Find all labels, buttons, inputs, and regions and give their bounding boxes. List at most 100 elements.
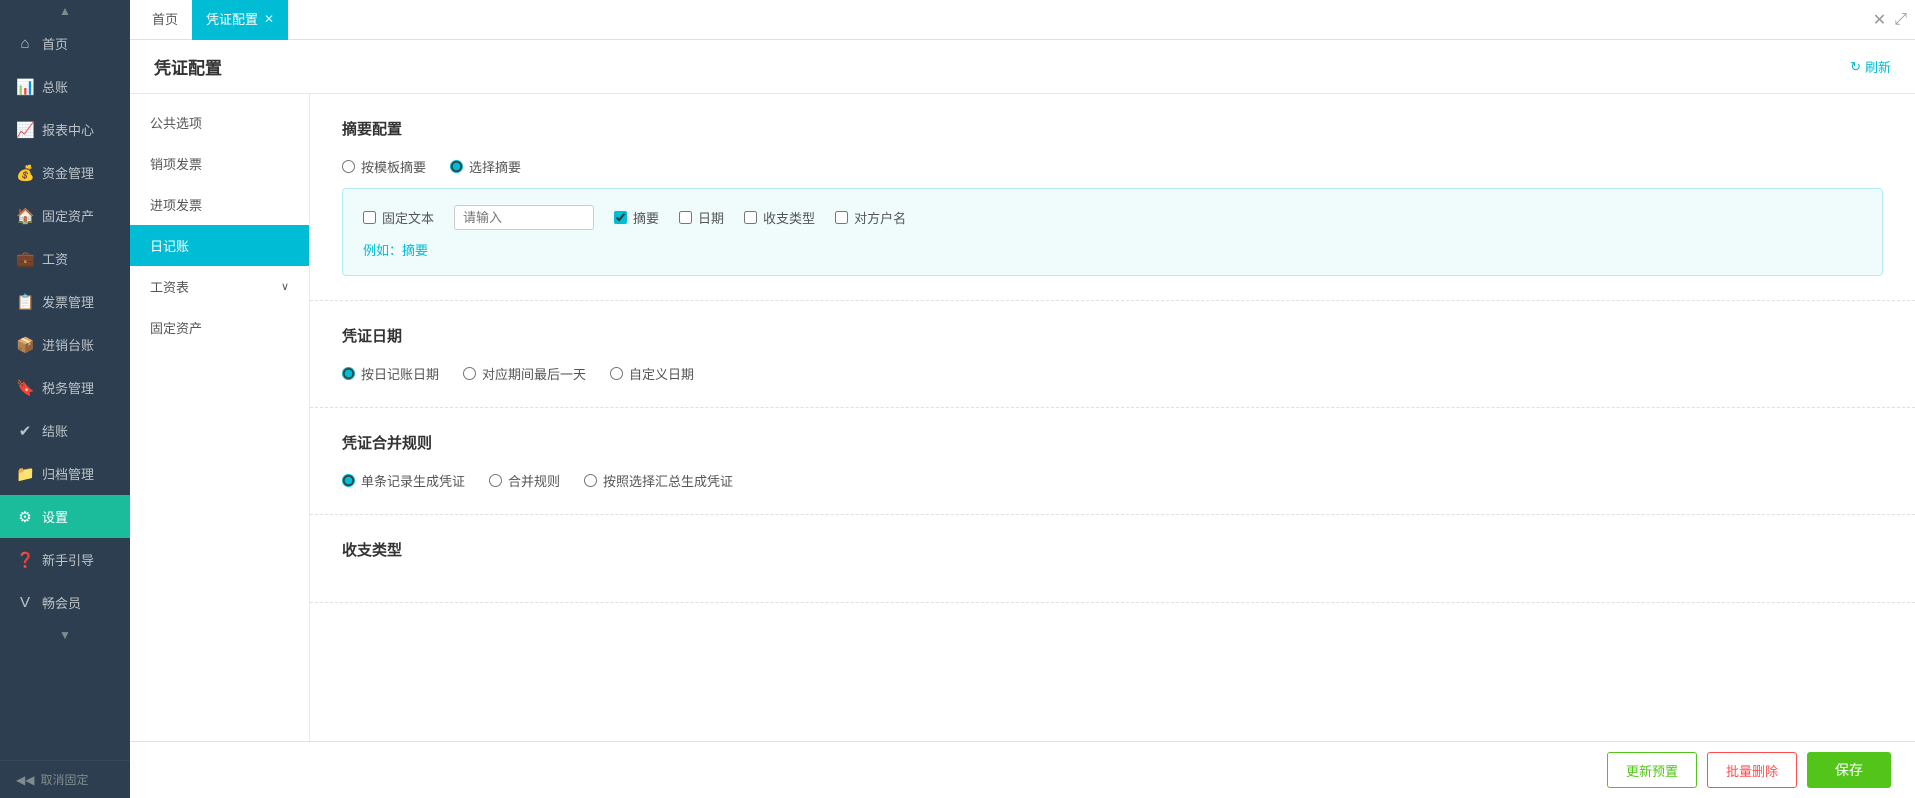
abstract-select-radio[interactable] xyxy=(450,160,463,173)
merge-summary-option[interactable]: 按照选择汇总生成凭证 xyxy=(584,471,733,490)
date-last-option[interactable]: 对应期间最后一天 xyxy=(463,364,586,383)
date-journal-label: 按日记账日期 xyxy=(361,364,439,383)
save-button[interactable]: 保存 xyxy=(1807,752,1891,788)
sidebar-scroll-up[interactable]: ▲ xyxy=(0,0,130,22)
sidebar-item-ledger[interactable]: 📊 总账 xyxy=(0,65,130,108)
sidebar-item-invoice[interactable]: 📋 发票管理 xyxy=(0,280,130,323)
date-journal-radio[interactable] xyxy=(342,367,355,380)
nav-item-payroll-table[interactable]: 工资表 ∨ xyxy=(130,266,309,307)
date-last-label: 对应期间最后一天 xyxy=(482,364,586,383)
ledger-icon: 📊 xyxy=(16,78,34,96)
abstract-template-option[interactable]: 按模板摘要 xyxy=(342,157,426,176)
sidebar-item-label: 报表中心 xyxy=(42,120,94,139)
sidebar-item-closing[interactable]: ✔ 结账 xyxy=(0,409,130,452)
nav-item-public[interactable]: 公共选项 xyxy=(130,102,309,143)
abstract-section-title: 摘要配置 xyxy=(342,118,1883,139)
tax-icon: 🔖 xyxy=(16,379,34,397)
batch-delete-button[interactable]: 批量删除 xyxy=(1707,752,1797,788)
sidebar-item-archive[interactable]: 📁 归档管理 xyxy=(0,452,130,495)
abstract-checkbox-label[interactable]: 摘要 xyxy=(614,208,659,227)
sidebar-item-payroll[interactable]: 💼 工资 xyxy=(0,237,130,280)
tab-home[interactable]: 首页 xyxy=(138,0,192,40)
date-checkbox[interactable] xyxy=(679,211,692,224)
tab-voucher-config-label: 凭证配置 xyxy=(206,9,258,28)
sidebar-scroll-down[interactable]: ▼ xyxy=(0,624,130,646)
merge-single-radio[interactable] xyxy=(342,474,355,487)
date-custom-radio[interactable] xyxy=(610,367,623,380)
sidebar-item-purchase-sales[interactable]: 📦 进销台账 xyxy=(0,323,130,366)
sidebar-item-funds[interactable]: 💰 资金管理 xyxy=(0,151,130,194)
sidebar-item-tax[interactable]: 🔖 税务管理 xyxy=(0,366,130,409)
abstract-template-radio[interactable] xyxy=(342,160,355,173)
right-content: 摘要配置 按模板摘要 选择摘要 xyxy=(310,94,1915,798)
expand-window-button[interactable]: ⤢ xyxy=(1894,11,1907,29)
date-checkbox-label[interactable]: 日期 xyxy=(679,208,724,227)
chevron-down-icon: ∨ xyxy=(281,280,289,293)
sidebar-item-label: 资金管理 xyxy=(42,163,94,182)
sidebar-item-report[interactable]: 📈 报表中心 xyxy=(0,108,130,151)
date-custom-option[interactable]: 自定义日期 xyxy=(610,364,694,383)
sidebar-item-label: 结账 xyxy=(42,421,68,440)
main-area: 首页 凭证配置 ✕ ✕ ⤢ 凭证配置 ↻ 刷新 公共选项 xyxy=(130,0,1915,798)
close-window-button[interactable]: ✕ xyxy=(1873,10,1886,30)
sidebar-item-label: 设置 xyxy=(42,507,68,526)
date-section: 凭证日期 按日记账日期 对应期间最后一天 自定义日期 xyxy=(310,301,1915,408)
bottom-bar: 更新预置 批量删除 保存 xyxy=(130,741,1915,798)
sidebar-item-label: 新手引导 xyxy=(42,550,94,569)
abstract-checkbox[interactable] xyxy=(614,211,627,224)
update-preview-button[interactable]: 更新预置 xyxy=(1607,752,1697,788)
sidebar-item-label: 归档管理 xyxy=(42,464,94,483)
abstract-radio-group: 按模板摘要 选择摘要 xyxy=(342,157,1883,176)
date-section-title: 凭证日期 xyxy=(342,325,1883,346)
merge-rule-radio[interactable] xyxy=(489,474,502,487)
merge-rule-label: 合并规则 xyxy=(508,471,560,490)
nav-item-journal[interactable]: 日记账 xyxy=(130,225,309,266)
counterpart-label: 对方户名 xyxy=(854,208,906,227)
merge-single-label: 单条记录生成凭证 xyxy=(361,471,465,490)
merge-radio-group: 单条记录生成凭证 合并规则 按照选择汇总生成凭证 xyxy=(342,471,1883,490)
nav-item-fixed-assets[interactable]: 固定资产 xyxy=(130,307,309,348)
merge-single-option[interactable]: 单条记录生成凭证 xyxy=(342,471,465,490)
nav-item-purchase-invoice[interactable]: 进项发票 xyxy=(130,184,309,225)
nav-item-purchase-invoice-label: 进项发票 xyxy=(150,195,202,214)
refresh-icon: ↻ xyxy=(1850,59,1861,75)
guide-icon: ❓ xyxy=(16,551,34,569)
sidebar-item-vip[interactable]: V 畅会员 xyxy=(0,581,130,624)
refresh-label: 刷新 xyxy=(1865,57,1891,76)
sidebar-item-label: 税务管理 xyxy=(42,378,94,397)
merge-rule-option[interactable]: 合并规则 xyxy=(489,471,560,490)
abstract-select-option[interactable]: 选择摘要 xyxy=(450,157,521,176)
assets-icon: 🏠 xyxy=(16,207,34,225)
abstract-label: 摘要 xyxy=(633,208,659,227)
example-text: 例如：摘要 xyxy=(363,240,1862,259)
tab-close-icon[interactable]: ✕ xyxy=(264,12,274,26)
merge-summary-radio[interactable] xyxy=(584,474,597,487)
refresh-button[interactable]: ↻ 刷新 xyxy=(1850,57,1891,76)
sidebar-item-settings[interactable]: ⚙ 设置 xyxy=(0,495,130,538)
abstract-template-label: 按模板摘要 xyxy=(361,157,426,176)
sidebar-item-home[interactable]: ⌂ 首页 xyxy=(0,22,130,65)
unpin-button[interactable]: ◀◀ 取消固定 xyxy=(0,760,130,798)
merge-summary-label: 按照选择汇总生成凭证 xyxy=(603,471,733,490)
date-radio-group: 按日记账日期 对应期间最后一天 自定义日期 xyxy=(342,364,1883,383)
merge-section: 凭证合并规则 单条记录生成凭证 合并规则 按照选择汇总生成凭证 xyxy=(310,408,1915,515)
sidebar-item-assets[interactable]: 🏠 固定资产 xyxy=(0,194,130,237)
date-last-radio[interactable] xyxy=(463,367,476,380)
tab-voucher-config[interactable]: 凭证配置 ✕ xyxy=(192,0,288,40)
fixed-text-input[interactable] xyxy=(454,205,594,230)
nav-item-sales-invoice[interactable]: 销项发票 xyxy=(130,143,309,184)
income-type-checkbox-label[interactable]: 收支类型 xyxy=(744,208,815,227)
counterpart-checkbox[interactable] xyxy=(835,211,848,224)
settings-icon: ⚙ xyxy=(16,508,34,526)
fixed-text-checkbox-label[interactable]: 固定文本 xyxy=(363,208,434,227)
income-type-label: 收支类型 xyxy=(763,208,815,227)
fixed-text-checkbox[interactable] xyxy=(363,211,376,224)
home-icon: ⌂ xyxy=(16,35,34,52)
date-journal-option[interactable]: 按日记账日期 xyxy=(342,364,439,383)
counterpart-checkbox-label[interactable]: 对方户名 xyxy=(835,208,906,227)
archive-icon: 📁 xyxy=(16,465,34,483)
income-type-checkbox[interactable] xyxy=(744,211,757,224)
sidebar-item-guide[interactable]: ❓ 新手引导 xyxy=(0,538,130,581)
tab-home-label: 首页 xyxy=(152,9,178,28)
unpin-label: 取消固定 xyxy=(40,771,88,788)
